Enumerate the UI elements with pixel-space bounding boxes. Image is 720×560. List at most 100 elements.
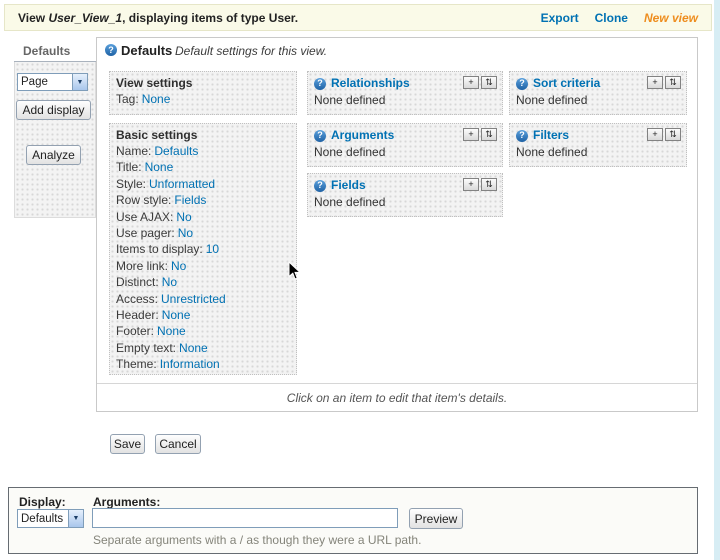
preview-button[interactable]: Preview xyxy=(409,508,463,529)
arguments-box: ? Arguments + ⇅ None defined xyxy=(307,123,503,167)
rearrange-sorts-button[interactable]: ⇅ xyxy=(665,76,681,89)
setting-label: Name: xyxy=(116,144,152,158)
setting-value-link[interactable]: Fields xyxy=(174,193,206,207)
setting-row: Footer: None xyxy=(116,323,290,339)
setting-value-link[interactable]: Information xyxy=(160,357,220,371)
setting-row: Header: None xyxy=(116,307,290,323)
help-icon[interactable]: ? xyxy=(314,77,326,90)
setting-label: More link: xyxy=(116,258,169,273)
setting-row: Tag: None xyxy=(116,91,290,107)
setting-value-link[interactable]: No xyxy=(171,259,186,273)
setting-value-link[interactable]: Defaults xyxy=(154,144,198,158)
rearrange-relationships-button[interactable]: ⇅ xyxy=(481,76,497,89)
setting-value-link[interactable]: Unrestricted xyxy=(161,292,226,306)
cancel-button[interactable]: Cancel xyxy=(155,434,201,454)
setting-value-link[interactable]: None xyxy=(157,324,186,338)
mouse-cursor-icon xyxy=(288,261,301,280)
panel-heading: Defaults xyxy=(121,43,173,58)
view-settings-rows: Tag: None xyxy=(116,91,290,107)
setting-row: Style: Unformatted xyxy=(116,176,290,192)
rearrange-fields-button[interactable]: ⇅ xyxy=(481,178,497,191)
setting-value-link[interactable]: None xyxy=(179,341,208,355)
setting-value-link[interactable]: None xyxy=(142,92,171,106)
sort-criteria-box: ? Sort criteria + ⇅ None defined xyxy=(509,71,687,115)
view-settings-title: View settings xyxy=(116,76,193,90)
add-argument-button[interactable]: + xyxy=(463,128,479,141)
setting-label: Use AJAX: xyxy=(116,209,174,224)
add-display-button[interactable]: Add display xyxy=(16,100,91,120)
setting-row: Items to display: 10 xyxy=(116,241,290,257)
setting-value-link[interactable]: 10 xyxy=(206,242,219,256)
filters-box: ? Filters + ⇅ None defined xyxy=(509,123,687,167)
rearrange-filters-button[interactable]: ⇅ xyxy=(665,128,681,141)
relationships-title-link[interactable]: Relationships xyxy=(331,76,410,91)
setting-label: Distinct: xyxy=(116,275,159,290)
setting-value-link[interactable]: None xyxy=(162,308,191,322)
setting-value-link[interactable]: No xyxy=(162,275,177,289)
page-edge-strip xyxy=(714,0,720,560)
analyze-button[interactable]: Analyze xyxy=(26,145,81,165)
help-icon[interactable]: ? xyxy=(516,129,528,142)
setting-value-link[interactable]: No xyxy=(178,226,193,240)
basic-settings-box: Basic settings Name: Defaults Title: None … xyxy=(109,123,297,375)
preview-panel: Display: Defaults ▼ Arguments: Preview S… xyxy=(8,487,698,554)
view-action-links: Export Clone New view xyxy=(541,11,698,25)
basic-settings-title: Basic settings xyxy=(116,128,198,142)
tab-defaults[interactable]: Defaults xyxy=(14,40,96,62)
panel-subtitle: Default settings for this view. xyxy=(175,44,328,58)
add-relationship-button[interactable]: + xyxy=(463,76,479,89)
preview-display-select[interactable]: Defaults ▼ xyxy=(17,509,84,528)
export-link[interactable]: Export xyxy=(541,11,579,25)
setting-label: Footer: xyxy=(116,324,155,339)
setting-value-link[interactable]: No xyxy=(176,210,191,224)
panel-header: ? Defaults Default settings for this vie… xyxy=(97,38,697,64)
arguments-title-link[interactable]: Arguments xyxy=(331,128,394,143)
help-icon[interactable]: ? xyxy=(314,179,326,192)
setting-row: Use AJAX: No xyxy=(116,209,290,225)
setting-value-link[interactable]: Unformatted xyxy=(149,177,215,191)
display-controls-box: Page ▼ Add display Analyze xyxy=(14,62,96,218)
setting-row: Distinct: No xyxy=(116,274,290,290)
relationships-controls: + ⇅ xyxy=(463,76,497,89)
setting-value-link[interactable]: None xyxy=(145,160,174,174)
view-name: User_View_1 xyxy=(48,10,123,25)
setting-row: Empty text: None xyxy=(116,340,290,356)
help-icon[interactable]: ? xyxy=(105,44,117,56)
display-label: Display: xyxy=(19,495,66,509)
setting-row: Access: Unrestricted xyxy=(116,291,290,307)
fields-content: None defined xyxy=(314,195,386,209)
arguments-input[interactable] xyxy=(92,508,398,528)
basic-settings-rows: Name: Defaults Title: None Style: Unformatt… xyxy=(116,143,290,373)
rearrange-arguments-button[interactable]: ⇅ xyxy=(481,128,497,141)
setting-label: Title: xyxy=(116,160,142,175)
setting-label: Row style: xyxy=(116,193,172,208)
save-button[interactable]: Save xyxy=(110,434,145,454)
setting-label: Empty text: xyxy=(116,340,177,355)
add-filter-button[interactable]: + xyxy=(647,128,663,141)
arguments-label: Arguments: xyxy=(93,495,161,509)
fields-box: ? Fields + ⇅ None defined xyxy=(307,173,503,217)
arguments-help-text: Separate arguments with a / as though th… xyxy=(93,533,422,547)
filters-title-link[interactable]: Filters xyxy=(533,128,569,143)
setting-row: More link: No xyxy=(116,258,290,274)
chevron-down-icon: ▼ xyxy=(68,510,83,527)
clone-link[interactable]: Clone xyxy=(595,11,628,25)
chevron-down-icon: ▼ xyxy=(72,74,87,90)
setting-row: Use pager: No xyxy=(116,225,290,241)
panel-footer-hint: Click on an item to edit that item's det… xyxy=(97,383,697,411)
fields-title-link[interactable]: Fields xyxy=(331,178,366,193)
setting-label: Items to display: xyxy=(116,242,203,257)
add-sort-button[interactable]: + xyxy=(647,76,663,89)
arguments-content: None defined xyxy=(314,145,386,159)
help-icon[interactable]: ? xyxy=(516,77,528,90)
help-icon[interactable]: ? xyxy=(314,129,326,142)
new-view-link[interactable]: New view xyxy=(644,11,698,25)
sort-criteria-controls: + ⇅ xyxy=(647,76,681,89)
sort-criteria-content: None defined xyxy=(516,93,588,107)
add-field-button[interactable]: + xyxy=(463,178,479,191)
sort-criteria-title-link[interactable]: Sort criteria xyxy=(533,76,600,91)
display-type-select[interactable]: Page ▼ xyxy=(17,73,88,91)
view-header-bar: View User_View_1, displaying items of ty… xyxy=(4,4,712,31)
relationships-box: ? Relationships + ⇅ None defined xyxy=(307,71,503,115)
setting-label: Tag: xyxy=(116,92,139,106)
